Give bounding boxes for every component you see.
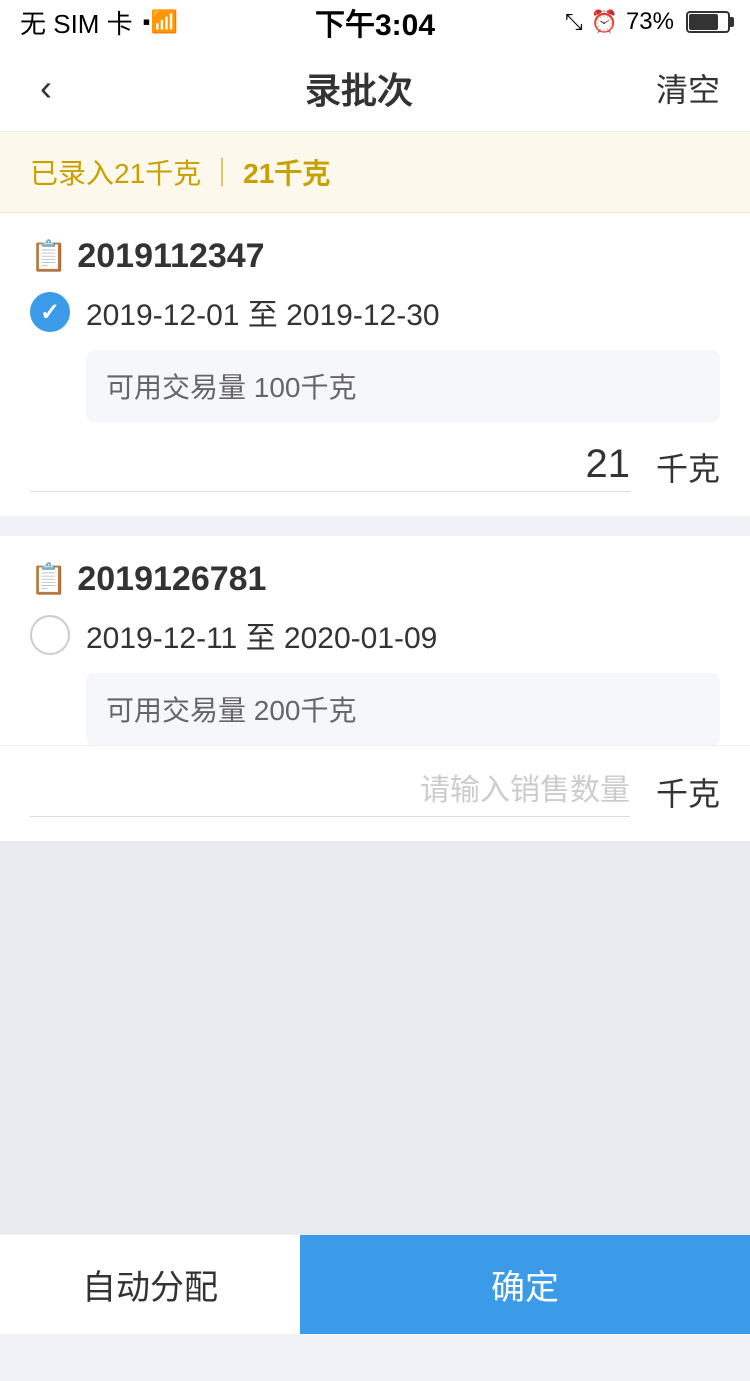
batch-card-1: 📋 2019112347 2019-12-01 至 2019-12-30 可用交… xyxy=(0,213,750,516)
radio-btn-2[interactable] xyxy=(30,615,70,655)
location-icon: ⤡ xyxy=(565,9,583,35)
batch-date-row-1: 2019-12-01 至 2019-12-30 xyxy=(30,290,720,334)
qty-row-1: 21 千克 xyxy=(0,422,750,516)
banner-divider xyxy=(221,158,223,186)
batch-doc-icon-1: 📋 xyxy=(30,239,67,274)
qty-value-1: 21 xyxy=(585,442,630,487)
status-bar: 无 SIM 卡 ▪📶 下午3:04 ⤡ ⏰ 73% xyxy=(0,0,750,44)
battery-icon xyxy=(686,11,730,33)
wifi-icon: ▪📶 xyxy=(143,9,178,35)
empty-area xyxy=(0,841,750,1281)
qty-unit-1: 千克 xyxy=(656,444,720,490)
qty-input-2[interactable] xyxy=(30,766,630,817)
auto-distribute-button[interactable]: 自动分配 xyxy=(0,1235,300,1334)
section-divider xyxy=(0,516,750,536)
batch-header-2: 📋 2019126781 xyxy=(30,560,720,599)
batch-card-2: 📋 2019126781 2019-12-11 至 2020-01-09 可用交… xyxy=(0,536,750,841)
back-button[interactable]: ‹ xyxy=(30,57,62,119)
radio-btn-1[interactable] xyxy=(30,292,70,332)
page-title: 录批次 xyxy=(305,62,413,114)
batch-id-1: 2019112347 xyxy=(77,237,264,276)
status-carrier: 无 SIM 卡 ▪📶 xyxy=(20,4,178,41)
bottom-bar: 自动分配 确定 xyxy=(0,1234,750,1334)
batch-header-1: 📋 2019112347 xyxy=(30,237,720,276)
recorded-label: 已录入21千克 xyxy=(30,152,201,192)
batch-item-1: 📋 2019112347 2019-12-01 至 2019-12-30 可用交… xyxy=(0,213,750,422)
recorded-amount: 21千克 xyxy=(243,152,330,192)
available-qty-2: 可用交易量 200千克 xyxy=(86,673,720,745)
batch-date-1: 2019-12-01 至 2019-12-30 xyxy=(86,290,440,334)
battery-percent: 73% xyxy=(626,8,674,36)
clear-button[interactable]: 清空 xyxy=(656,65,720,111)
batch-id-2: 2019126781 xyxy=(77,560,266,599)
qty-input-row-2: 千克 xyxy=(0,745,750,841)
nav-bar: ‹ 录批次 清空 xyxy=(0,44,750,132)
alarm-icon: ⏰ xyxy=(591,9,618,35)
batch-doc-icon-2: 📋 xyxy=(30,562,67,597)
status-time: 下午3:04 xyxy=(315,0,435,44)
status-right: ⤡ ⏰ 73% xyxy=(565,8,730,36)
qty-unit-2: 千克 xyxy=(656,769,720,815)
available-qty-1: 可用交易量 100千克 xyxy=(86,350,720,422)
confirm-button[interactable]: 确定 xyxy=(300,1235,750,1334)
qty-input-area-1: 21 xyxy=(30,442,630,492)
batch-item-2: 📋 2019126781 2019-12-11 至 2020-01-09 可用交… xyxy=(0,536,750,745)
batch-date-row-2: 2019-12-11 至 2020-01-09 xyxy=(30,613,720,657)
batch-date-2: 2019-12-11 至 2020-01-09 xyxy=(86,613,437,657)
carrier-text: 无 SIM 卡 xyxy=(20,4,133,41)
info-banner: 已录入21千克 21千克 xyxy=(0,132,750,213)
